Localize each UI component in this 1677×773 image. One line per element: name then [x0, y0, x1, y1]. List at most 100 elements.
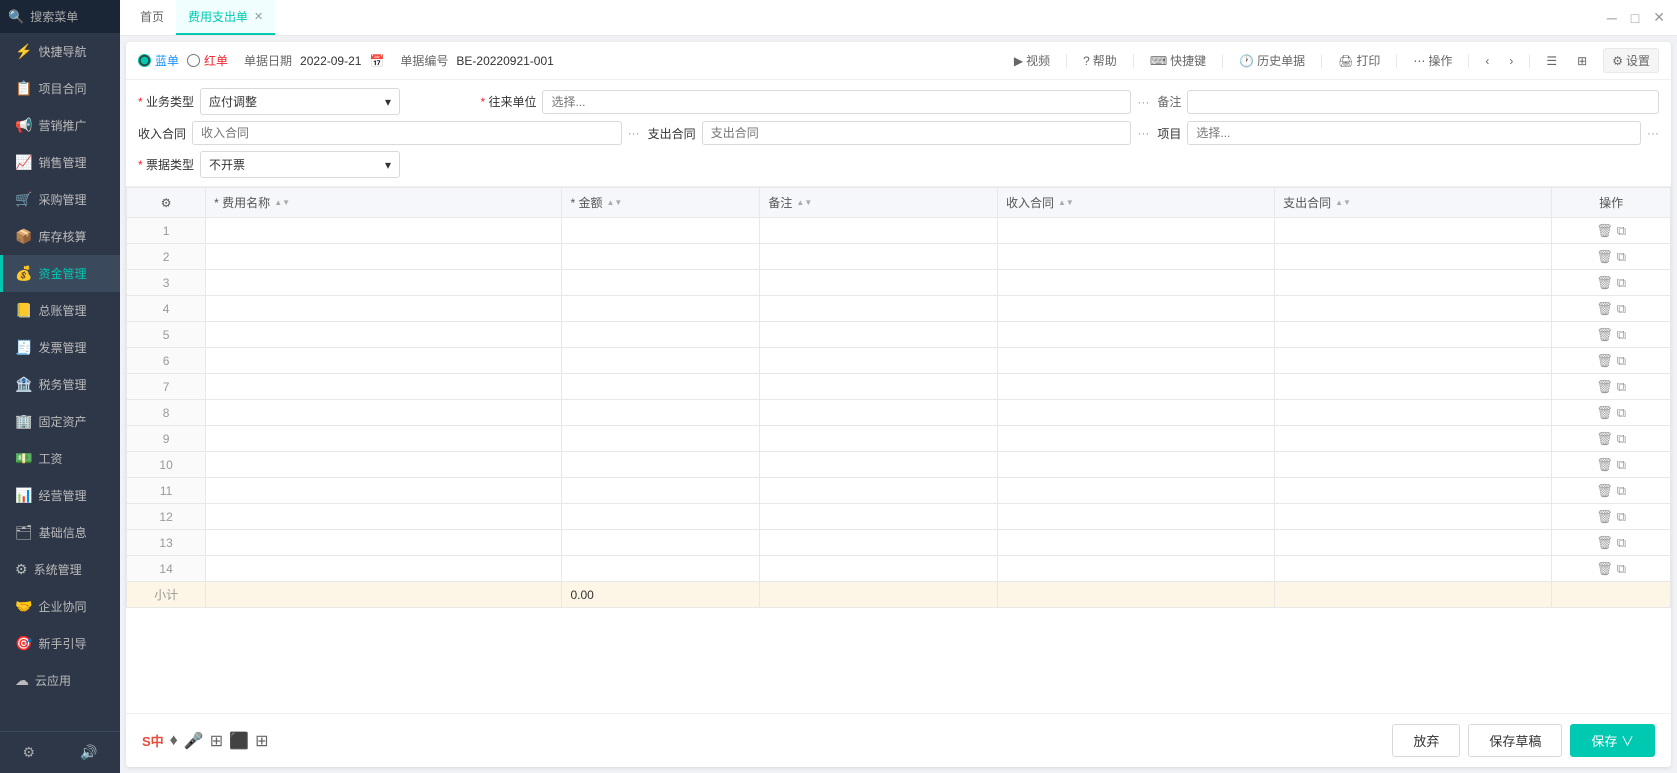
expense-contract-more-btn[interactable]: ···	[1137, 126, 1149, 140]
video-btn[interactable]: ▶ 视频	[1010, 50, 1054, 71]
table-cell[interactable]	[1275, 556, 1552, 582]
delete-row-btn[interactable]: 🗑	[1596, 223, 1613, 239]
table-cell[interactable]	[997, 296, 1274, 322]
sidebar-item-sales-promo[interactable]: 📢 营销推广	[0, 107, 120, 144]
sidebar-item-cloud-app[interactable]: ☁ 云应用	[0, 662, 120, 699]
sidebar-search[interactable]: 🔍 搜索菜单	[0, 0, 120, 33]
gear-column-icon[interactable]: ⚙	[161, 196, 172, 210]
diamond-icon[interactable]: ♦	[170, 732, 178, 750]
settings-bottom-btn[interactable]: ⚙	[19, 740, 40, 765]
table-cell[interactable]	[562, 452, 760, 478]
table-cell[interactable]	[562, 556, 760, 582]
radio-blue-label[interactable]: 蓝单	[138, 52, 179, 69]
table-cell[interactable]	[760, 348, 998, 374]
table-cell[interactable]	[562, 296, 760, 322]
more-ops-btn[interactable]: ⋯ 操作	[1409, 50, 1456, 71]
table-cell[interactable]	[562, 530, 760, 556]
grid-view-btn[interactable]: ⊞	[1573, 52, 1591, 70]
copy-row-btn[interactable]: ⧉	[1617, 561, 1626, 577]
expense-contract-input[interactable]	[702, 121, 1132, 145]
table-cell[interactable]	[206, 348, 562, 374]
table-cell[interactable]	[1275, 504, 1552, 530]
copy-row-btn[interactable]: ⧉	[1617, 353, 1626, 369]
table-cell[interactable]	[997, 530, 1274, 556]
table-cell[interactable]	[206, 556, 562, 582]
table-cell[interactable]	[997, 374, 1274, 400]
table-cell[interactable]	[206, 504, 562, 530]
copy-row-btn[interactable]: ⧉	[1617, 405, 1626, 421]
counterpart-input[interactable]	[542, 90, 1131, 114]
sidebar-item-fixed-assets[interactable]: 🏢 固定资产	[0, 403, 120, 440]
table-cell[interactable]	[997, 400, 1274, 426]
delete-row-btn[interactable]: 🗑	[1596, 457, 1613, 473]
delete-row-btn[interactable]: 🗑	[1596, 483, 1613, 499]
sound-bottom-btn[interactable]: 🔊	[76, 740, 101, 765]
delete-row-btn[interactable]: 🗑	[1596, 405, 1613, 421]
table-cell[interactable]	[997, 322, 1274, 348]
history-btn[interactable]: 🕐 历史单据	[1235, 50, 1309, 71]
sort-icon-note[interactable]: ▲▼	[796, 199, 812, 207]
sort-icon-name[interactable]: ▲▼	[274, 199, 290, 207]
table-cell[interactable]	[206, 530, 562, 556]
note-input[interactable]	[1187, 90, 1659, 114]
table-cell[interactable]	[760, 426, 998, 452]
table-cell[interactable]	[1275, 426, 1552, 452]
table-cell[interactable]	[997, 426, 1274, 452]
table-cell[interactable]	[997, 244, 1274, 270]
radio-red-label[interactable]: 红单	[187, 52, 228, 69]
income-contract-more-btn[interactable]: ···	[628, 126, 640, 140]
delete-row-btn[interactable]: 🗑	[1596, 379, 1613, 395]
sidebar-item-purchase-mgmt[interactable]: 🛒 采购管理	[0, 181, 120, 218]
sidebar-item-biz-collab[interactable]: 🤝 企业协同	[0, 588, 120, 625]
table-cell[interactable]	[206, 322, 562, 348]
invoice-type-select[interactable]: 不开票 ▾	[200, 151, 400, 178]
table-cell[interactable]	[1275, 218, 1552, 244]
sort-icon-expense[interactable]: ▲▼	[1335, 199, 1351, 207]
settings-btn[interactable]: ⚙ 设置	[1603, 48, 1659, 73]
save-draft-button[interactable]: 保存草稿	[1468, 724, 1562, 757]
copy-row-btn[interactable]: ⧉	[1617, 275, 1626, 291]
delete-row-btn[interactable]: 🗑	[1596, 249, 1613, 265]
radio-blue-input[interactable]	[138, 54, 151, 67]
copy-row-btn[interactable]: ⧉	[1617, 379, 1626, 395]
print-btn[interactable]: 🖨 打印	[1334, 50, 1384, 71]
grid-icon[interactable]: ⊞	[255, 731, 268, 751]
sidebar-item-sales-mgmt[interactable]: 📈 销售管理	[0, 144, 120, 181]
table-cell[interactable]	[760, 296, 998, 322]
sidebar-item-project-contract[interactable]: 📋 项目合同	[0, 70, 120, 107]
nav-prev-btn[interactable]: ‹	[1481, 52, 1493, 70]
nav-next-btn[interactable]: ›	[1505, 52, 1517, 70]
table-cell[interactable]	[562, 270, 760, 296]
table-cell[interactable]	[760, 244, 998, 270]
project-more-btn[interactable]: ···	[1647, 126, 1659, 140]
tab-expense-close[interactable]: ✕	[254, 10, 263, 23]
tab-expense[interactable]: 费用支出单 ✕	[176, 0, 275, 35]
table-cell[interactable]	[1275, 530, 1552, 556]
table-cell[interactable]	[562, 426, 760, 452]
delete-row-btn[interactable]: 🗑	[1596, 301, 1613, 317]
table-cell[interactable]	[1275, 348, 1552, 374]
table-cell[interactable]	[562, 244, 760, 270]
table-cell[interactable]	[562, 374, 760, 400]
delete-row-btn[interactable]: 🗑	[1596, 353, 1613, 369]
abandon-button[interactable]: 放弃	[1392, 724, 1460, 757]
sidebar-item-sys-mgmt[interactable]: ⚙ 系统管理	[0, 551, 120, 588]
project-input[interactable]	[1187, 121, 1641, 145]
delete-row-btn[interactable]: 🗑	[1596, 509, 1613, 525]
table-cell[interactable]	[206, 244, 562, 270]
table-cell[interactable]	[1275, 452, 1552, 478]
table-cell[interactable]	[206, 296, 562, 322]
tab-home[interactable]: 首页	[128, 0, 176, 35]
maximize-button[interactable]: □	[1627, 8, 1643, 28]
copy-row-btn[interactable]: ⧉	[1617, 249, 1626, 265]
table-cell[interactable]	[1275, 270, 1552, 296]
table-cell[interactable]	[1275, 296, 1552, 322]
table-cell[interactable]	[997, 270, 1274, 296]
table-cell[interactable]	[562, 504, 760, 530]
table-cell[interactable]	[760, 504, 998, 530]
copy-row-btn[interactable]: ⧉	[1617, 327, 1626, 343]
table-icon[interactable]: ⊞	[210, 731, 223, 751]
biz-type-select[interactable]: 应付调整 ▾	[200, 88, 400, 115]
table-cell[interactable]	[760, 556, 998, 582]
delete-row-btn[interactable]: 🗑	[1596, 275, 1613, 291]
